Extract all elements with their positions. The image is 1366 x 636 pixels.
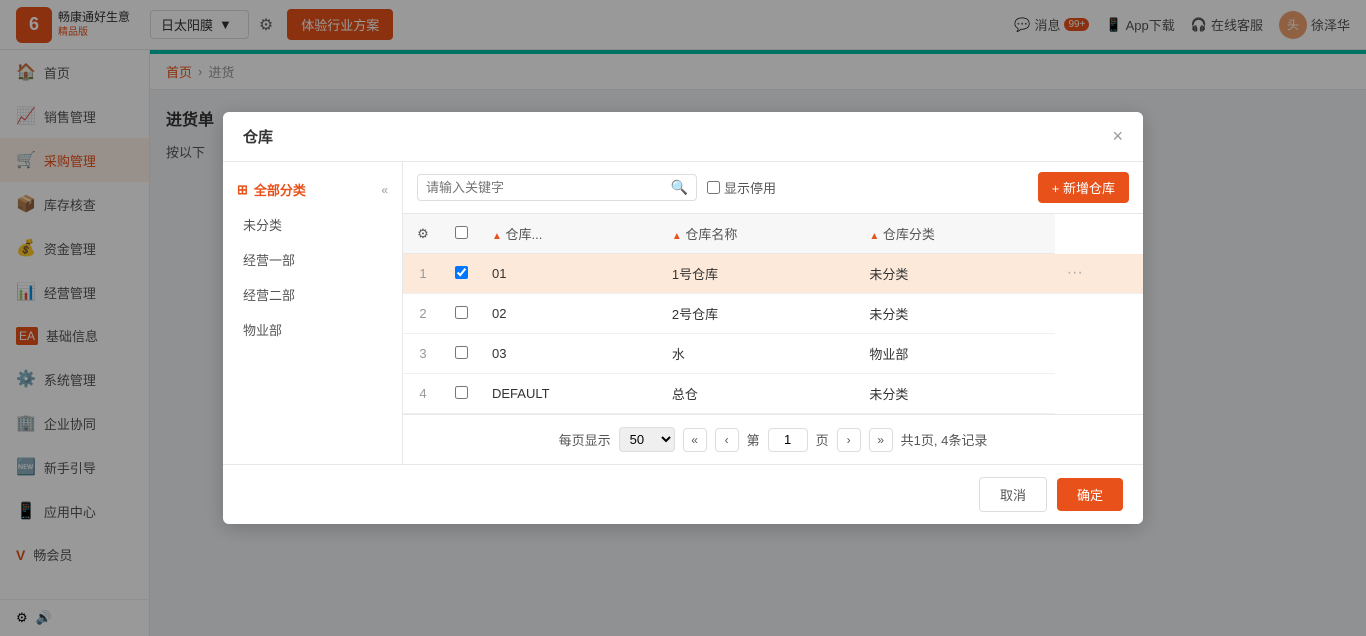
th-category: ▲ 仓库分类 bbox=[857, 214, 1054, 254]
category-item-uncategorized[interactable]: 未分类 bbox=[223, 207, 402, 242]
show-disabled-input[interactable] bbox=[707, 181, 720, 194]
row-code: 03 bbox=[480, 334, 660, 374]
per-page-select[interactable]: 50 10 20 100 bbox=[619, 427, 675, 452]
modal-footer: 取消 确定 bbox=[223, 464, 1143, 524]
row-checkbox[interactable] bbox=[455, 266, 468, 279]
row-checkbox[interactable] bbox=[455, 306, 468, 319]
row-code: 01 bbox=[480, 254, 660, 294]
category-item-dept2[interactable]: 经营二部 bbox=[223, 277, 402, 312]
row-name: 1号仓库 bbox=[660, 254, 857, 294]
show-disabled-checkbox[interactable]: 显示停用 bbox=[707, 178, 776, 197]
sort-icon-name: ▲ bbox=[672, 231, 682, 242]
modal-category-panel: ⊞ 全部分类 « 未分类 经营一部 经营二部 物业部 bbox=[223, 162, 403, 464]
modal-pagination: 每页显示 50 10 20 100 « ‹ 第 页 › » 共1页, 4条记录 bbox=[403, 414, 1143, 464]
table-row[interactable]: 2 02 2号仓库 未分类 bbox=[403, 294, 1143, 334]
modal-overlay: 仓库 × ⊞ 全部分类 « 未分类 经营一部 经营二部 物业部 bbox=[0, 0, 1366, 636]
page-number-input[interactable] bbox=[768, 428, 808, 452]
sort-icon-category: ▲ bbox=[869, 231, 879, 242]
warehouse-table-wrap: ⚙ ▲ 仓库... ▲ 仓库名称 bbox=[403, 214, 1143, 414]
confirm-button[interactable]: 确定 bbox=[1057, 478, 1123, 511]
collapse-button[interactable]: « bbox=[381, 183, 388, 197]
modal-category-header: ⊞ 全部分类 « bbox=[223, 172, 402, 207]
row-checkbox-cell[interactable] bbox=[443, 374, 480, 414]
last-page-button[interactable]: » bbox=[869, 428, 893, 452]
sort-icon-code: ▲ bbox=[492, 231, 502, 242]
th-checkbox[interactable] bbox=[443, 214, 480, 254]
th-gear[interactable]: ⚙ bbox=[403, 214, 443, 254]
table-row[interactable]: 3 03 水 物业部 bbox=[403, 334, 1143, 374]
warehouse-table: ⚙ ▲ 仓库... ▲ 仓库名称 bbox=[403, 214, 1143, 414]
table-header: ⚙ ▲ 仓库... ▲ 仓库名称 bbox=[403, 214, 1143, 254]
row-code: 02 bbox=[480, 294, 660, 334]
row-category: 未分类 bbox=[857, 374, 1054, 414]
table-row[interactable]: 4 DEFAULT 总仓 未分类 bbox=[403, 374, 1143, 414]
next-page-button[interactable]: › bbox=[837, 428, 861, 452]
modal-right-panel: 🔍 显示停用 + 新增仓库 ⚙ bbox=[403, 162, 1143, 464]
search-input-wrap[interactable]: 🔍 bbox=[417, 174, 697, 201]
warehouse-modal: 仓库 × ⊞ 全部分类 « 未分类 经营一部 经营二部 物业部 bbox=[223, 112, 1143, 524]
modal-title: 仓库 bbox=[243, 126, 273, 147]
row-category: 未分类 bbox=[857, 254, 1054, 294]
row-num: 2 bbox=[403, 294, 443, 334]
first-page-button[interactable]: « bbox=[683, 428, 707, 452]
row-name: 2号仓库 bbox=[660, 294, 857, 334]
modal-close-button[interactable]: × bbox=[1112, 126, 1123, 147]
cancel-button[interactable]: 取消 bbox=[979, 477, 1047, 512]
row-action-button[interactable]: ··· bbox=[1067, 264, 1083, 282]
search-icon: 🔍 bbox=[671, 179, 688, 196]
row-name: 水 bbox=[660, 334, 857, 374]
category-item-property[interactable]: 物业部 bbox=[223, 312, 402, 347]
modal-body: ⊞ 全部分类 « 未分类 经营一部 经营二部 物业部 🔍 bbox=[223, 162, 1143, 464]
page-label: 第 bbox=[747, 430, 760, 449]
add-warehouse-button[interactable]: + 新增仓库 bbox=[1038, 172, 1129, 203]
grid-icon: ⊞ bbox=[237, 182, 248, 198]
per-page-label: 每页显示 bbox=[559, 430, 611, 449]
row-num: 1 bbox=[403, 254, 443, 294]
row-checkbox[interactable] bbox=[455, 346, 468, 359]
row-num: 4 bbox=[403, 374, 443, 414]
prev-page-button[interactable]: ‹ bbox=[715, 428, 739, 452]
select-all-checkbox[interactable] bbox=[455, 226, 468, 239]
th-name: ▲ 仓库名称 bbox=[660, 214, 857, 254]
modal-header: 仓库 × bbox=[223, 112, 1143, 162]
category-item-dept1[interactable]: 经营一部 bbox=[223, 242, 402, 277]
row-category: 未分类 bbox=[857, 294, 1054, 334]
row-checkbox-cell[interactable] bbox=[443, 254, 480, 294]
modal-toolbar: 🔍 显示停用 + 新增仓库 bbox=[403, 162, 1143, 214]
row-checkbox-cell[interactable] bbox=[443, 334, 480, 374]
table-row[interactable]: 1 01 1号仓库 未分类 ··· bbox=[403, 254, 1143, 294]
row-name: 总仓 bbox=[660, 374, 857, 414]
all-category-label[interactable]: 全部分类 bbox=[254, 180, 381, 199]
row-checkbox[interactable] bbox=[455, 386, 468, 399]
row-checkbox-cell[interactable] bbox=[443, 294, 480, 334]
table-body: 1 01 1号仓库 未分类 ··· 2 02 2号仓库 未分类 3 03 水 物… bbox=[403, 254, 1143, 414]
row-category: 物业部 bbox=[857, 334, 1054, 374]
search-input[interactable] bbox=[426, 180, 671, 195]
page-suffix: 页 bbox=[816, 430, 829, 449]
row-num: 3 bbox=[403, 334, 443, 374]
total-info: 共1页, 4条记录 bbox=[901, 430, 988, 449]
row-code: DEFAULT bbox=[480, 374, 660, 414]
th-code: ▲ 仓库... bbox=[480, 214, 660, 254]
